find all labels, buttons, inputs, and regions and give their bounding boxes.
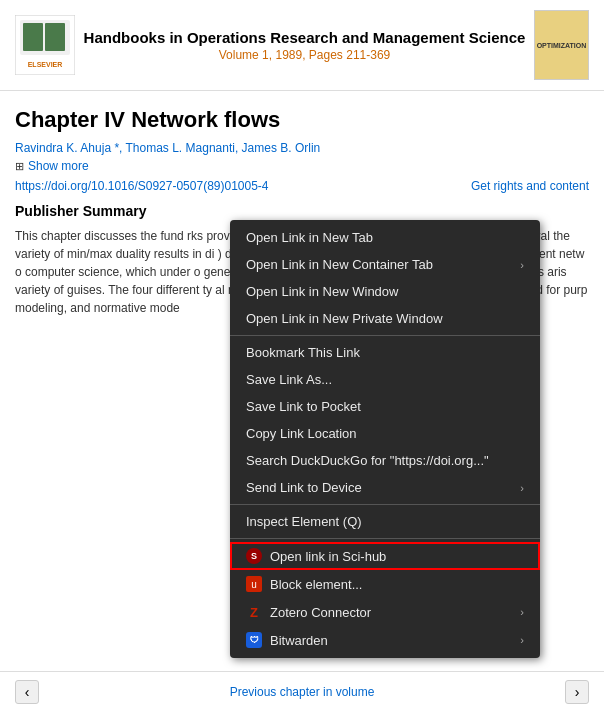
journal-volume: Volume 1, 1989, Pages 211-369 bbox=[75, 48, 534, 62]
bottom-navigation: ‹ Previous chapter in volume › bbox=[0, 671, 604, 712]
bitwarden-icon: 🛡 bbox=[246, 632, 262, 648]
svg-rect-2 bbox=[23, 23, 43, 51]
menu-open-sci-hub[interactable]: S Open link in Sci-hub bbox=[230, 542, 540, 570]
doi-row: https://doi.org/10.1016/S0927-0507(89)01… bbox=[15, 179, 589, 193]
arrow-icon: › bbox=[520, 482, 524, 494]
menu-bookmark-link[interactable]: Bookmark This Link bbox=[230, 339, 540, 366]
menu-open-new-window[interactable]: Open Link in New Window bbox=[230, 278, 540, 305]
arrow-icon: › bbox=[520, 259, 524, 271]
menu-divider-1 bbox=[230, 335, 540, 336]
doi-link[interactable]: https://doi.org/10.1016/S0927-0507(89)01… bbox=[15, 179, 269, 193]
prev-chapter-button[interactable]: ‹ bbox=[15, 680, 39, 704]
block-icon: u bbox=[246, 576, 262, 592]
journal-title: Handbooks in Operations Research and Man… bbox=[75, 28, 534, 62]
show-more-row: ⊞ Show more bbox=[15, 159, 589, 173]
sci-hub-icon: S bbox=[246, 548, 262, 564]
svg-text:ELSEVIER: ELSEVIER bbox=[28, 61, 63, 68]
get-rights-link[interactable]: Get rights and content bbox=[471, 179, 589, 193]
authors: Ravindra K. Ahuja *, Thomas L. Magnanti,… bbox=[15, 141, 589, 155]
menu-save-link-as[interactable]: Save Link As... bbox=[230, 366, 540, 393]
menu-block-element[interactable]: u Block element... bbox=[230, 570, 540, 598]
menu-divider-2 bbox=[230, 504, 540, 505]
menu-open-new-tab[interactable]: Open Link in New Tab bbox=[230, 224, 540, 251]
svg-rect-3 bbox=[45, 23, 65, 51]
book-thumbnail: OPTIMIZATION bbox=[534, 10, 589, 80]
menu-open-container-tab[interactable]: Open Link in New Container Tab › bbox=[230, 251, 540, 278]
menu-zotero[interactable]: Z Zotero Connector › bbox=[230, 598, 540, 626]
menu-divider-3 bbox=[230, 538, 540, 539]
arrow-icon: › bbox=[520, 606, 524, 618]
menu-search-duckduckgo[interactable]: Search DuckDuckGo for "https://doi.org..… bbox=[230, 447, 540, 474]
chapter-title: Chapter IV Network flows bbox=[15, 107, 589, 133]
next-chapter-button[interactable]: › bbox=[565, 680, 589, 704]
prev-chapter-link[interactable]: Previous chapter in volume bbox=[230, 685, 375, 699]
menu-save-to-pocket[interactable]: Save Link to Pocket bbox=[230, 393, 540, 420]
publisher-summary-heading: Publisher Summary bbox=[15, 203, 589, 219]
page-header: ELSEVIER Handbooks in Operations Researc… bbox=[0, 0, 604, 91]
elsevier-logo: ELSEVIER bbox=[15, 15, 75, 75]
menu-bitwarden[interactable]: 🛡 Bitwarden › bbox=[230, 626, 540, 654]
journal-title-text: Handbooks in Operations Research and Man… bbox=[75, 28, 534, 48]
expand-icon: ⊞ bbox=[15, 160, 24, 173]
arrow-icon: › bbox=[520, 634, 524, 646]
show-more-link[interactable]: Show more bbox=[28, 159, 89, 173]
menu-copy-link[interactable]: Copy Link Location bbox=[230, 420, 540, 447]
zotero-icon: Z bbox=[246, 604, 262, 620]
menu-open-private-window[interactable]: Open Link in New Private Window bbox=[230, 305, 540, 332]
menu-send-to-device[interactable]: Send Link to Device › bbox=[230, 474, 540, 501]
prev-chapter-label: Previous chapter in volume bbox=[39, 685, 565, 699]
context-menu: Open Link in New Tab Open Link in New Co… bbox=[230, 220, 540, 658]
menu-inspect-element[interactable]: Inspect Element (Q) bbox=[230, 508, 540, 535]
